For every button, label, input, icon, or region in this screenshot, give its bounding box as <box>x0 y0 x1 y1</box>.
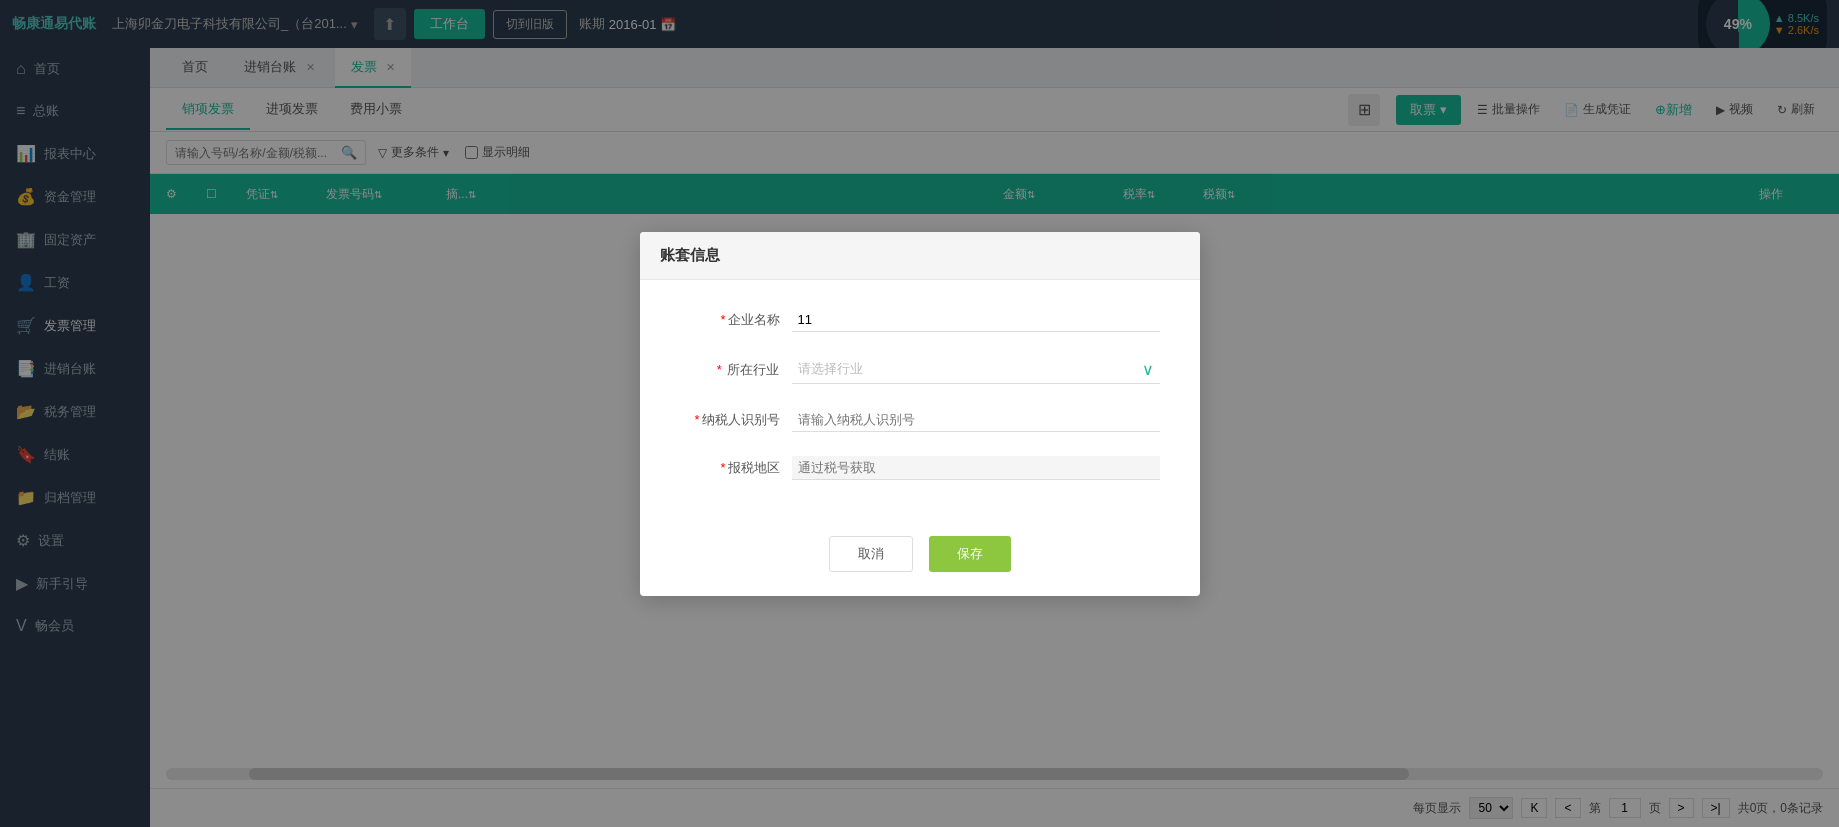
dialog-body: *企业名称 * 所在行业 请选择行业 ∨ *纳税人识别号 <box>640 280 1200 524</box>
form-row-company-name: *企业名称 <box>680 308 1160 332</box>
form-row-industry: * 所在行业 请选择行业 ∨ <box>680 356 1160 384</box>
industry-placeholder: 请选择行业 <box>798 360 1142 378</box>
tax-id-input[interactable] <box>792 408 1160 432</box>
dialog-title: 账套信息 <box>660 246 720 263</box>
company-name-label: *企业名称 <box>680 311 780 329</box>
industry-label: * 所在行业 <box>680 361 780 379</box>
dialog-header: 账套信息 <box>640 232 1200 280</box>
account-info-dialog: 账套信息 *企业名称 * 所在行业 请选择行业 ∨ <box>640 232 1200 596</box>
dialog-footer: 取消 保存 <box>640 524 1200 596</box>
industry-select[interactable]: 请选择行业 ∨ <box>792 356 1160 384</box>
form-row-tax-region: *报税地区 <box>680 456 1160 480</box>
tax-id-required: * <box>694 412 699 427</box>
save-button[interactable]: 保存 <box>929 536 1011 572</box>
cancel-button[interactable]: 取消 <box>829 536 913 572</box>
company-name-required: * <box>720 312 725 327</box>
tax-id-label: *纳税人识别号 <box>680 411 780 429</box>
tax-region-required: * <box>720 460 725 475</box>
industry-required: * <box>717 362 722 377</box>
tax-region-label: *报税地区 <box>680 459 780 477</box>
dialog-overlay: 账套信息 *企业名称 * 所在行业 请选择行业 ∨ <box>0 0 1839 827</box>
company-name-input[interactable] <box>792 308 1160 332</box>
form-row-tax-id: *纳税人识别号 <box>680 408 1160 432</box>
tax-region-input <box>792 456 1160 480</box>
industry-dropdown-icon: ∨ <box>1142 360 1154 379</box>
